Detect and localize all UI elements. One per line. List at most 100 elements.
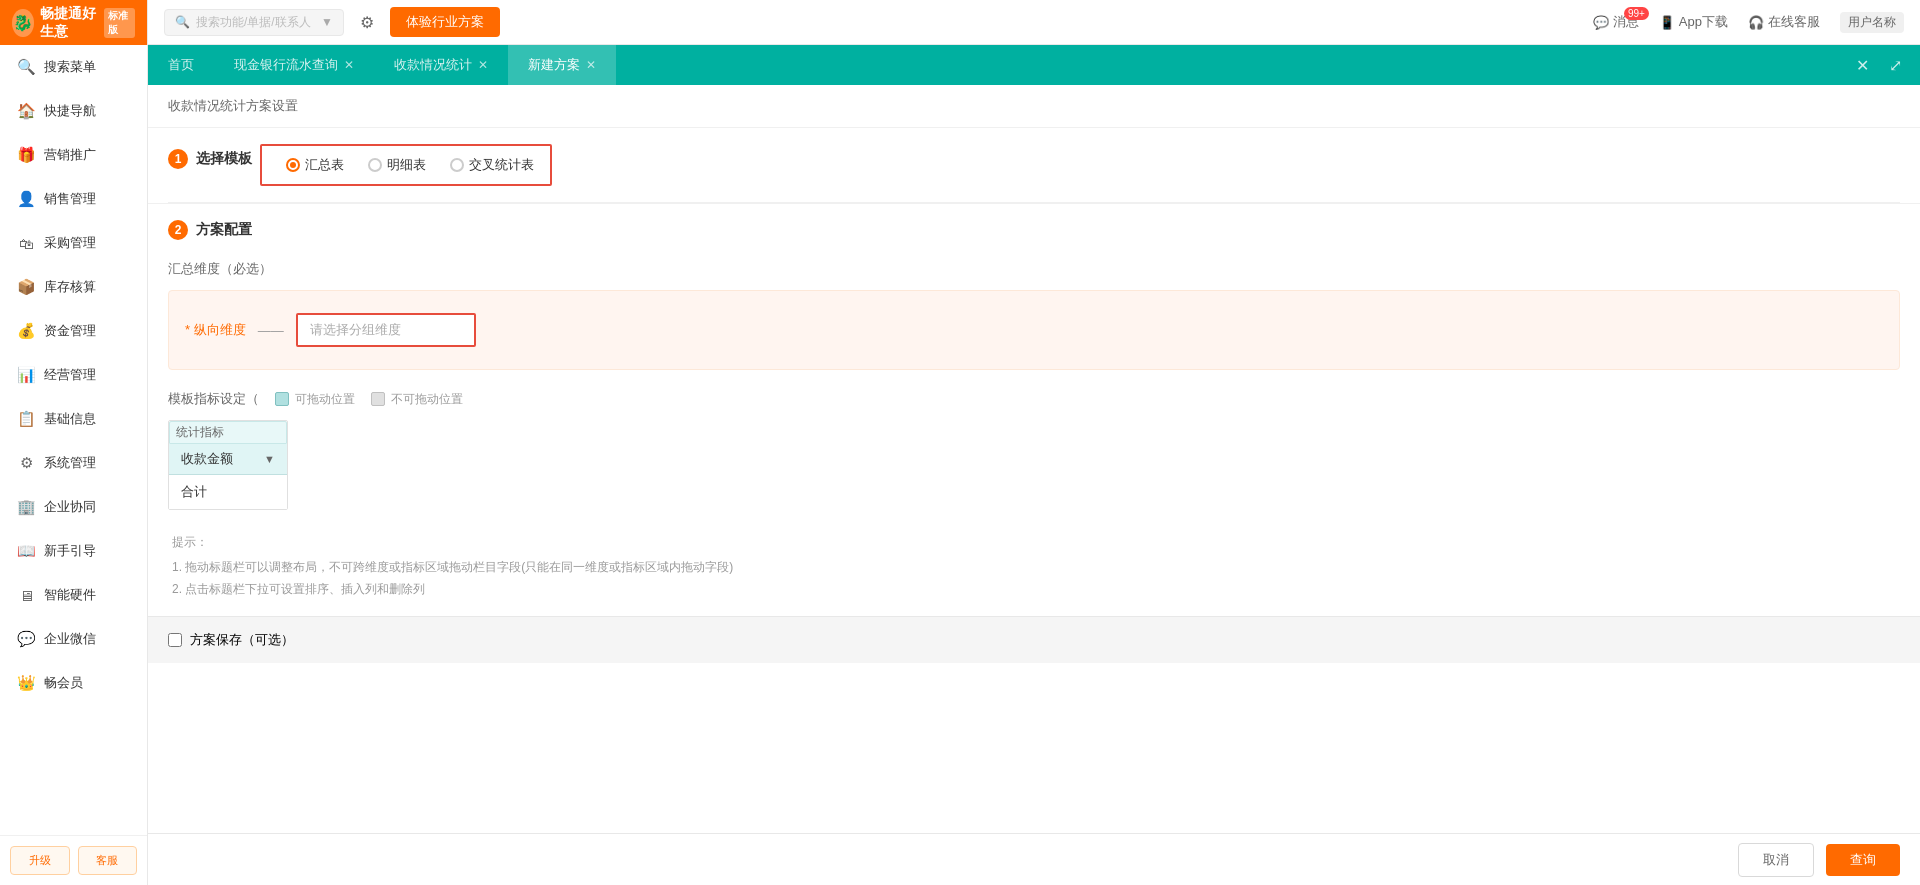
logo-icon: 🐉 (12, 9, 34, 37)
step1-indicator: 1 选择模板 (168, 149, 252, 169)
inventory-icon: 📦 (16, 277, 36, 297)
tips-item-2: 2. 点击标题栏下拉可设置排序、插入列和删除列 (172, 579, 1896, 601)
step2-num: 2 (168, 220, 188, 240)
sidebar-item-label: 资金管理 (44, 322, 96, 340)
sidebar-item-label: 经营管理 (44, 366, 96, 384)
sidebar-item-enterprise[interactable]: 🏢 企业协同 (0, 485, 147, 529)
sidebar-item-search-menu[interactable]: 🔍 搜索菜单 (0, 45, 147, 89)
settings-icon[interactable]: ⚙ (360, 13, 374, 32)
sidebar-item-newbie[interactable]: 📖 新手引导 (0, 529, 147, 573)
sidebar-item-fund[interactable]: 💰 资金管理 (0, 309, 147, 353)
sidebar-item-hardware[interactable]: 🖥 智能硬件 (0, 573, 147, 617)
dim-title: 汇总维度（必选） (168, 260, 1900, 278)
sidebar-item-sales[interactable]: 👤 销售管理 (0, 177, 147, 221)
tab-home[interactable]: 首页 (148, 45, 214, 85)
stats-table: 统计指标 收款金额 ▼ 合计 (168, 420, 288, 510)
stats-header[interactable]: 收款金额 ▼ (169, 444, 287, 475)
download-icon: 📱 (1659, 15, 1675, 30)
sidebar-item-label: 畅会员 (44, 674, 83, 692)
online-service-button[interactable]: 🎧 在线客服 (1748, 13, 1820, 31)
tab-receipt-stat-close[interactable]: ✕ (478, 58, 488, 72)
sidebar-item-label: 智能硬件 (44, 586, 96, 604)
save-checkbox[interactable] (168, 633, 182, 647)
tab-receipt-stat-label: 收款情况统计 (394, 56, 472, 74)
radio-summary[interactable]: 汇总表 (286, 156, 344, 174)
radio-cross[interactable]: 交叉统计表 (450, 156, 534, 174)
download-label: App下载 (1679, 13, 1728, 31)
sidebar-item-basic[interactable]: 📋 基础信息 (0, 397, 147, 441)
sidebar-item-label: 搜索菜单 (44, 58, 96, 76)
close-tab-button[interactable]: ✕ (1850, 54, 1875, 77)
member-icon: 👑 (16, 673, 36, 693)
sidebar-item-inventory[interactable]: 📦 库存核算 (0, 265, 147, 309)
template-options-box: 汇总表 明细表 交叉统计表 (260, 144, 552, 186)
step1-section: 1 选择模板 汇总表 明细表 (148, 128, 1920, 202)
radio-dot-cross (450, 158, 464, 172)
trial-button[interactable]: 体验行业方案 (390, 7, 500, 37)
sidebar-item-weixin[interactable]: 💬 企业微信 (0, 617, 147, 661)
logo-text: 畅捷通好生意 (40, 5, 104, 41)
sidebar-item-label: 企业微信 (44, 630, 96, 648)
radio-group: 汇总表 明细表 交叉统计表 (286, 156, 534, 174)
logo-badge: 标准版 (104, 8, 135, 38)
sidebar-item-member[interactable]: 👑 畅会员 (0, 661, 147, 705)
app-download-button[interactable]: 📱 App下载 (1659, 13, 1728, 31)
message-button[interactable]: 💬 消息 99+ (1593, 13, 1639, 31)
cancel-button[interactable]: 取消 (1738, 843, 1814, 877)
upgrade-button[interactable]: 升级 (10, 846, 70, 875)
marketing-icon: 🎁 (16, 145, 36, 165)
radio-summary-label: 汇总表 (305, 156, 344, 174)
sidebar-item-label: 新手引导 (44, 542, 96, 560)
legend-non-draggable-label: 不可拖动位置 (391, 391, 463, 408)
sidebar-item-purchase[interactable]: 🛍 采购管理 (0, 221, 147, 265)
tips-title: 提示： (172, 534, 1896, 551)
sidebar-item-operation[interactable]: 📊 经营管理 (0, 353, 147, 397)
tab-new-plan-close[interactable]: ✕ (586, 58, 596, 72)
sidebar-item-marketing[interactable]: 🎁 营销推广 (0, 133, 147, 177)
step2-indicator: 2 方案配置 (168, 220, 252, 240)
radio-detail[interactable]: 明细表 (368, 156, 426, 174)
tab-cashflow-close[interactable]: ✕ (344, 58, 354, 72)
query-button[interactable]: 查询 (1826, 844, 1900, 876)
dim-select[interactable]: 请选择分组维度 (296, 313, 476, 347)
search-menu-icon: 🔍 (16, 57, 36, 77)
stats-dropdown-icon: ▼ (264, 453, 275, 465)
tab-new-plan[interactable]: 新建方案 ✕ (508, 45, 616, 85)
maximize-button[interactable]: ⤢ (1883, 54, 1908, 77)
service-button[interactable]: 客服 (78, 846, 138, 875)
step2-section: 2 方案配置 汇总维度（必选） * 纵向维度 —— 请选择分组维度 (148, 203, 1920, 616)
step2-label: 方案配置 (196, 221, 252, 239)
sidebar-item-label: 营销推广 (44, 146, 96, 164)
user-profile[interactable]: 用户名称 (1840, 12, 1904, 33)
newbie-icon: 📖 (16, 541, 36, 561)
stats-label: 统计指标 (169, 421, 287, 444)
stats-cell: 合计 (169, 475, 287, 509)
vert-dim-area: * 纵向维度 —— 请选择分组维度 (168, 290, 1900, 370)
sidebar-item-label: 销售管理 (44, 190, 96, 208)
sidebar-item-label: 基础信息 (44, 410, 96, 428)
quick-nav-icon: 🏠 (16, 101, 36, 121)
search-icon: 🔍 (175, 15, 190, 29)
sidebar-item-quick-nav[interactable]: 🏠 快捷导航 (0, 89, 147, 133)
sidebar-item-label: 系统管理 (44, 454, 96, 472)
purchase-icon: 🛍 (16, 233, 36, 253)
sidebar-logo: 🐉 畅捷通好生意 标准版 (0, 0, 147, 45)
tips-item-1: 1. 拖动标题栏可以调整布局，不可跨维度或指标区域拖动栏目字段(只能在同一维度或… (172, 557, 1896, 579)
save-section: 方案保存（可选） (148, 616, 1920, 663)
service-icon: 🎧 (1748, 15, 1764, 30)
vert-dim-arrow: —— (258, 323, 284, 338)
indicator-title: 模板指标设定（ (168, 390, 259, 408)
search-box[interactable]: 🔍 搜索功能/单据/联系人 ▼ (164, 9, 344, 36)
sidebar-item-label: 企业协同 (44, 498, 96, 516)
enterprise-icon: 🏢 (16, 497, 36, 517)
legend-box-non-draggable (371, 392, 385, 406)
sales-icon: 👤 (16, 189, 36, 209)
legend-draggable-label: 可拖动位置 (295, 391, 355, 408)
fund-icon: 💰 (16, 321, 36, 341)
save-label: 方案保存（可选） (190, 631, 294, 649)
basic-icon: 📋 (16, 409, 36, 429)
sidebar-bottom: 升级 客服 (0, 835, 147, 885)
tab-receipt-stat[interactable]: 收款情况统计 ✕ (374, 45, 508, 85)
sidebar-item-system[interactable]: ⚙ 系统管理 (0, 441, 147, 485)
tab-cashflow[interactable]: 现金银行流水查询 ✕ (214, 45, 374, 85)
